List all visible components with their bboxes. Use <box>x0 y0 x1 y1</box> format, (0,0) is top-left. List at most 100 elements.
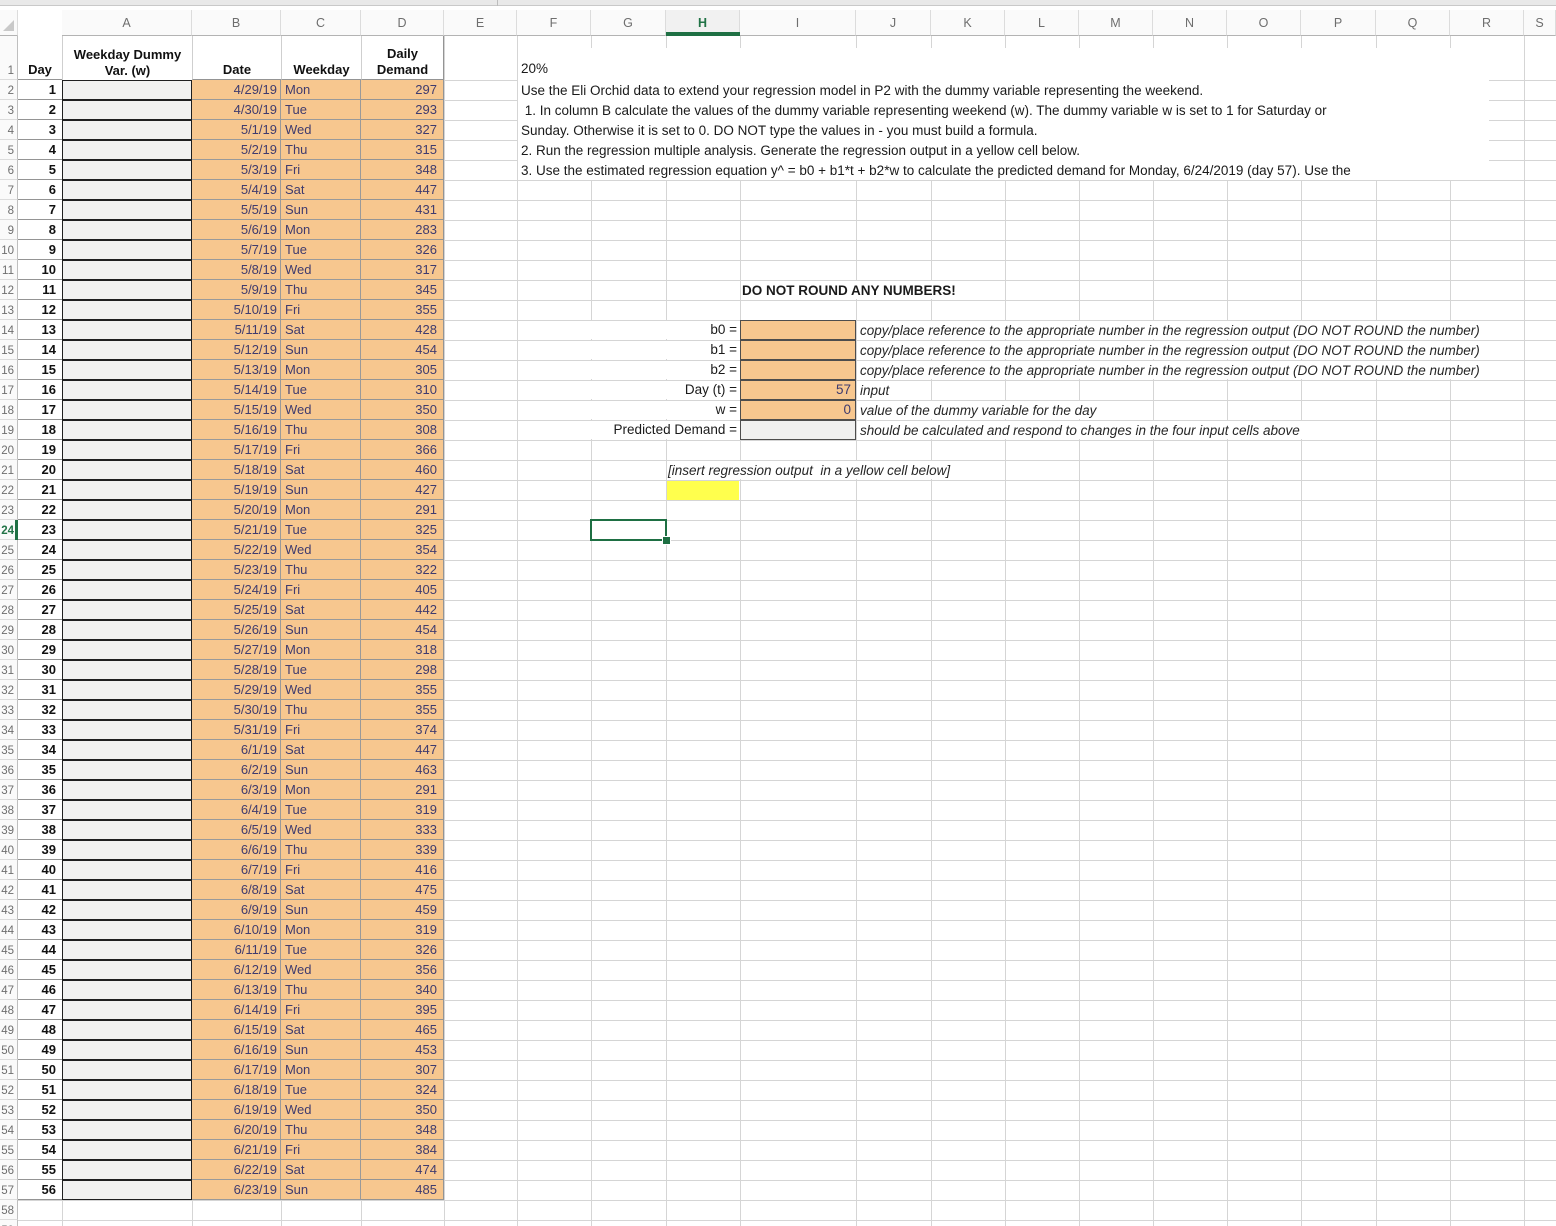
demand-cell[interactable]: 465 <box>361 1020 444 1040</box>
insert-regression-note[interactable]: [insert regression output in a yellow ce… <box>668 461 951 479</box>
row-header-19[interactable]: 19 <box>0 420 18 440</box>
weekday-cell[interactable]: Tue <box>281 800 361 820</box>
date-cell[interactable]: 5/17/19 <box>192 440 281 460</box>
day-cell[interactable]: 56 <box>18 1180 62 1200</box>
dummy-cell[interactable] <box>62 920 192 940</box>
demand-cell[interactable]: 447 <box>361 180 444 200</box>
row-header-5[interactable]: 5 <box>0 140 18 160</box>
dummy-cell[interactable] <box>62 1040 192 1060</box>
demand-cell[interactable]: 459 <box>361 900 444 920</box>
weekday-cell[interactable]: Tue <box>281 100 361 120</box>
day-cell[interactable]: 32 <box>18 700 62 720</box>
weekday-cell[interactable]: Sat <box>281 180 361 200</box>
coef-note[interactable]: input <box>858 381 892 399</box>
dummy-cell[interactable] <box>62 520 192 540</box>
dummy-cell[interactable] <box>62 1020 192 1040</box>
row-header-55[interactable]: 55 <box>0 1140 18 1160</box>
day-cell[interactable]: 50 <box>18 1060 62 1080</box>
weekday-cell[interactable]: Mon <box>281 80 361 100</box>
demand-cell[interactable]: 416 <box>361 860 444 880</box>
date-cell[interactable]: 5/11/19 <box>192 320 281 340</box>
date-cell[interactable]: 5/23/19 <box>192 560 281 580</box>
do-not-round-warning[interactable]: DO NOT ROUND ANY NUMBERS! <box>742 281 956 299</box>
demand-cell[interactable]: 317 <box>361 260 444 280</box>
dummy-cell[interactable] <box>62 1120 192 1140</box>
selected-cell-outline[interactable] <box>590 519 667 541</box>
coef-note[interactable]: should be calculated and respond to chan… <box>858 421 1302 439</box>
dummy-cell[interactable] <box>62 220 192 240</box>
row-header-47[interactable]: 47 <box>0 980 18 1000</box>
date-cell[interactable]: 6/20/19 <box>192 1120 281 1140</box>
date-cell[interactable]: 6/22/19 <box>192 1160 281 1180</box>
row-header-51[interactable]: 51 <box>0 1060 18 1080</box>
weekday-cell[interactable]: Thu <box>281 1120 361 1140</box>
row-header-9[interactable]: 9 <box>0 220 18 240</box>
date-cell[interactable]: 6/6/19 <box>192 840 281 860</box>
dummy-cell[interactable] <box>62 940 192 960</box>
dummy-cell[interactable] <box>62 980 192 1000</box>
coef-input-cell[interactable]: 57 <box>740 380 856 400</box>
demand-cell[interactable]: 447 <box>361 740 444 760</box>
dummy-cell[interactable] <box>62 200 192 220</box>
dummy-cell[interactable] <box>62 840 192 860</box>
dummy-cell[interactable] <box>62 740 192 760</box>
date-cell[interactable]: 5/16/19 <box>192 420 281 440</box>
weekday-cell[interactable]: Thu <box>281 840 361 860</box>
date-cell[interactable]: 6/2/19 <box>192 760 281 780</box>
demand-cell[interactable]: 350 <box>361 400 444 420</box>
weekday-cell[interactable]: Sun <box>281 1040 361 1060</box>
column-header-J[interactable]: J <box>856 10 931 36</box>
coef-input-cell[interactable] <box>740 420 856 440</box>
date-cell[interactable]: 6/8/19 <box>192 880 281 900</box>
row-header-22[interactable]: 22 <box>0 480 18 500</box>
day-cell[interactable]: 47 <box>18 1000 62 1020</box>
weekday-cell[interactable]: Sun <box>281 200 361 220</box>
coef-label[interactable]: b0 = <box>710 322 737 337</box>
day-cell[interactable]: 27 <box>18 600 62 620</box>
column-header-G[interactable]: G <box>591 10 666 36</box>
demand-cell[interactable]: 474 <box>361 1160 444 1180</box>
demand-cell[interactable]: 307 <box>361 1060 444 1080</box>
date-cell[interactable]: 5/21/19 <box>192 520 281 540</box>
day-cell[interactable]: 21 <box>18 480 62 500</box>
day-cell[interactable]: 20 <box>18 460 62 480</box>
date-cell[interactable]: 6/12/19 <box>192 960 281 980</box>
demand-cell[interactable]: 293 <box>361 100 444 120</box>
row-header-46[interactable]: 46 <box>0 960 18 980</box>
column-header-K[interactable]: K <box>931 10 1005 36</box>
demand-cell[interactable]: 291 <box>361 780 444 800</box>
date-cell[interactable]: 5/29/19 <box>192 680 281 700</box>
demand-cell[interactable]: 460 <box>361 460 444 480</box>
dummy-cell[interactable] <box>62 960 192 980</box>
dummy-cell[interactable] <box>62 400 192 420</box>
dummy-cell[interactable] <box>62 880 192 900</box>
demand-cell[interactable]: 322 <box>361 560 444 580</box>
dummy-cell[interactable] <box>62 560 192 580</box>
row-header-17[interactable]: 17 <box>0 380 18 400</box>
demand-cell[interactable]: 463 <box>361 760 444 780</box>
row-header-3[interactable]: 3 <box>0 100 18 120</box>
date-cell[interactable]: 5/1/19 <box>192 120 281 140</box>
demand-cell[interactable]: 340 <box>361 980 444 1000</box>
coef-input-cell[interactable] <box>740 340 856 360</box>
row-header-50[interactable]: 50 <box>0 1040 18 1060</box>
demand-cell[interactable]: 308 <box>361 420 444 440</box>
row-header-15[interactable]: 15 <box>0 340 18 360</box>
date-cell[interactable]: 5/22/19 <box>192 540 281 560</box>
dummy-cell[interactable] <box>62 120 192 140</box>
row-header-12[interactable]: 12 <box>0 280 18 300</box>
demand-cell[interactable]: 319 <box>361 800 444 820</box>
dummy-cell[interactable] <box>62 320 192 340</box>
day-cell[interactable]: 12 <box>18 300 62 320</box>
date-cell[interactable]: 6/5/19 <box>192 820 281 840</box>
demand-cell[interactable]: 310 <box>361 380 444 400</box>
weekday-cell[interactable]: Thu <box>281 980 361 1000</box>
day-cell[interactable]: 37 <box>18 800 62 820</box>
dummy-cell[interactable] <box>62 1140 192 1160</box>
demand-cell[interactable]: 318 <box>361 640 444 660</box>
day-cell[interactable]: 43 <box>18 920 62 940</box>
day-cell[interactable]: 26 <box>18 580 62 600</box>
dummy-cell[interactable] <box>62 640 192 660</box>
date-cell[interactable]: 5/20/19 <box>192 500 281 520</box>
day-cell[interactable]: 53 <box>18 1120 62 1140</box>
